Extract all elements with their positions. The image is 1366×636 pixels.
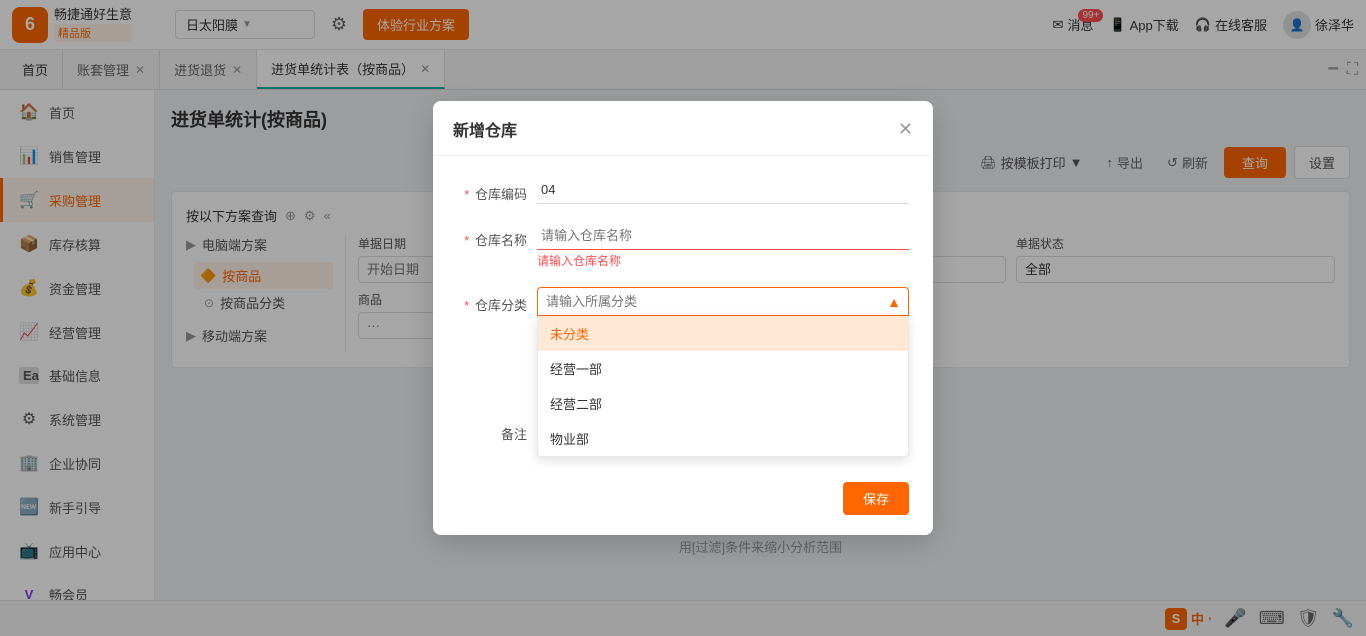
code-field-label: * 仓库编码 xyxy=(457,176,537,203)
dialog-close-button[interactable]: ✕ xyxy=(898,120,913,138)
name-field-wrap: 请输入仓库名称 xyxy=(537,222,909,269)
dialog-title: 新增仓库 xyxy=(453,117,517,141)
dropdown-item-none[interactable]: 未分类 xyxy=(538,316,908,351)
category-field-wrap: ▲ 未分类 经营一部 经营二部 物业部 xyxy=(537,287,909,316)
form-row-code: * 仓库编码 xyxy=(457,176,909,204)
category-input[interactable] xyxy=(537,287,909,316)
required-star-name: * xyxy=(464,233,469,248)
dropdown-item-ops2[interactable]: 经营二部 xyxy=(538,386,908,421)
required-star-code: * xyxy=(464,187,469,202)
category-dropdown: 未分类 经营一部 经营二部 物业部 xyxy=(537,316,909,457)
form-row-category: * 仓库分类 ▲ 未分类 经营一部 经营二部 物业部 xyxy=(457,287,909,316)
name-field-label: * 仓库名称 xyxy=(457,222,537,249)
dropdown-item-ops1[interactable]: 经营一部 xyxy=(538,351,908,386)
name-input[interactable] xyxy=(537,222,909,250)
name-error-msg: 请输入仓库名称 xyxy=(537,252,909,269)
dialog-body: * 仓库编码 * 仓库名称 请输入仓库名称 * 仓库分类 xyxy=(433,156,933,472)
category-select-wrap: ▲ 未分类 经营一部 经营二部 物业部 xyxy=(537,287,909,316)
new-warehouse-dialog: 新增仓库 ✕ * 仓库编码 * 仓库名称 请输入仓库名称 xyxy=(433,101,933,535)
chevron-up-icon: ▲ xyxy=(887,294,901,310)
category-field-label: * 仓库分类 xyxy=(457,287,537,314)
code-field-wrap xyxy=(537,176,909,204)
required-star-category: * xyxy=(464,298,469,313)
dropdown-item-property[interactable]: 物业部 xyxy=(538,421,908,456)
dialog-footer: 保存 xyxy=(433,472,933,535)
form-row-name: * 仓库名称 请输入仓库名称 xyxy=(457,222,909,269)
code-input[interactable] xyxy=(537,176,909,204)
save-button[interactable]: 保存 xyxy=(843,482,909,515)
note-field-label: 备注 xyxy=(457,416,537,443)
dialog-header: 新增仓库 ✕ xyxy=(433,101,933,156)
